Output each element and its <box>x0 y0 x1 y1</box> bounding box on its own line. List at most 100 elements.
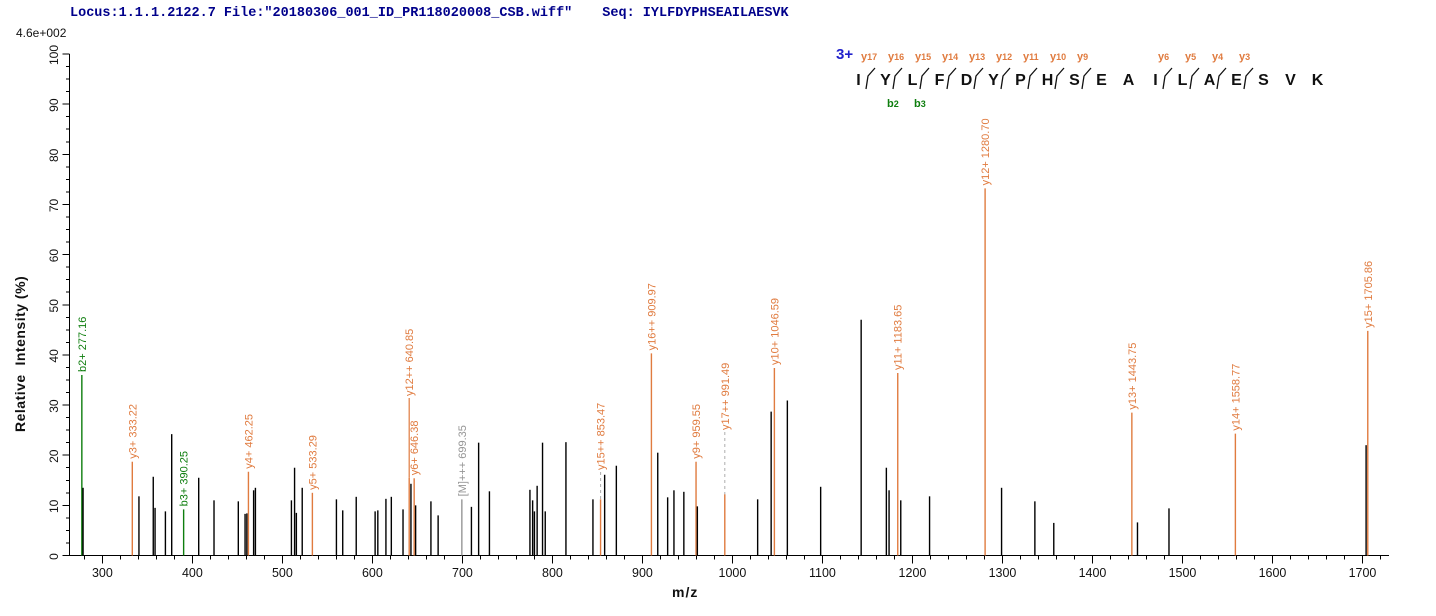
residue-E: y9 E <box>1077 51 1115 92</box>
peak-label: y14+ 1558.77 <box>1230 364 1242 431</box>
fragment-divider-icon <box>1189 67 1200 90</box>
y-tick-label: 0 <box>47 553 61 560</box>
x-tick-label: 1400 <box>1079 566 1107 580</box>
residue-K: K <box>1304 70 1331 92</box>
x-tick-label: 1100 <box>809 566 836 580</box>
amino-acid-letter: I <box>856 72 861 89</box>
amino-acid-letter: L <box>1177 72 1188 89</box>
amino-acid-letter: H <box>1041 72 1054 89</box>
residue-V: V <box>1277 70 1304 92</box>
peak-label: y12+ 1280.70 <box>980 118 992 185</box>
y-ion-tag: y15 <box>915 51 932 63</box>
y-ion-tag: y9 <box>1077 51 1089 63</box>
amino-acid-letter: L <box>907 72 918 89</box>
x-tick-label: 500 <box>272 566 293 580</box>
fragment-divider-icon <box>1081 67 1092 90</box>
y-tick-label: 40 <box>47 349 61 363</box>
amino-acid-letter: S <box>1069 72 1080 89</box>
peak-label: b3+ 390.25 <box>179 451 191 506</box>
x-tick-label: 600 <box>362 566 383 580</box>
y-ion-tag: y11 <box>1023 51 1039 63</box>
y-tick-label: 70 <box>47 198 61 212</box>
y-ion-tag: y10 <box>1050 51 1067 63</box>
fragment-divider-icon <box>1054 67 1065 90</box>
peak-label: y6+ 646.38 <box>409 421 421 476</box>
fragment-divider-icon <box>1216 67 1227 90</box>
y-tick-label: 100 <box>47 45 61 65</box>
x-axis-title: m/z <box>672 584 699 600</box>
x-tick-label: 900 <box>632 566 653 580</box>
x-tick-label: 400 <box>182 566 203 580</box>
y-ion-tag: y4 <box>1212 51 1224 63</box>
spectrum-plot: 0 10 20 30 40 50 60 70 80 90 100 300 400 500 600 700 800… <box>47 45 1389 580</box>
amino-acid-letter: E <box>1096 72 1107 89</box>
peak-label: y11+ 1183.65 <box>893 305 905 370</box>
peak-label: y4+ 462.25 <box>243 414 255 469</box>
peak-label: y15+ 1705.86 <box>1363 261 1375 328</box>
peak-label: y9+ 959.55 <box>691 404 703 459</box>
amino-acid-letter: Y <box>880 72 891 89</box>
amino-acid-letter: S <box>1258 72 1269 89</box>
x-tick-label: 1200 <box>899 566 927 580</box>
peak-label: y17++ 991.49 <box>720 363 732 430</box>
fragment-divider-icon <box>919 67 930 90</box>
x-tick-label: 1700 <box>1349 566 1377 580</box>
peak-label: y10+ 1046.59 <box>769 298 781 365</box>
y-tick-label: 30 <box>47 399 61 413</box>
y-tick-label: 60 <box>47 249 61 263</box>
x-tick-label: 1300 <box>989 566 1017 580</box>
spectrum-viewer-window: Locus:1.1.1.2122.7 File:"20180306_001_ID… <box>0 0 1436 616</box>
b-ion-tag: b3 <box>914 98 926 110</box>
y-ion-tag: y3 <box>1239 51 1251 63</box>
fragment-divider-icon <box>946 67 957 90</box>
y-tick-label: 20 <box>47 449 61 463</box>
peak-label: y12++ 640.85 <box>404 329 416 396</box>
fragment-divider-icon <box>973 67 984 90</box>
y-ion-tag: y5 <box>1185 51 1197 63</box>
fragment-divider-icon <box>1162 67 1173 90</box>
amino-acid-letter: D <box>960 72 973 89</box>
y-tick-label: 10 <box>47 499 61 513</box>
b-ion-tag: b2 <box>887 98 899 110</box>
y-ion-tag: y13 <box>969 51 986 63</box>
peak-label: y5+ 533.29 <box>307 435 319 490</box>
y-ion-tag: y6 <box>1158 51 1170 63</box>
x-tick-label: 1500 <box>1169 566 1197 580</box>
amino-acid-letter: F <box>934 72 945 89</box>
y-tick-label: 50 <box>47 299 61 313</box>
x-tick-label: 700 <box>452 566 473 580</box>
y-ion-tag: y17 <box>861 51 878 63</box>
fragment-divider-icon <box>892 67 903 90</box>
x-tick-label: 300 <box>92 566 113 580</box>
precursor-charge-label: 3+ <box>836 46 854 63</box>
peak-label: y13+ 1443.75 <box>1127 343 1139 410</box>
amino-acid-letter: E <box>1231 72 1242 89</box>
peak-label: y16++ 909.97 <box>646 283 658 350</box>
fragment-divider-icon <box>1027 67 1038 90</box>
x-tick-label: 800 <box>542 566 563 580</box>
residue-S: y3 S <box>1239 51 1277 92</box>
y-ion-tag: y16 <box>888 51 905 63</box>
y-ion-tag: y12 <box>996 51 1013 63</box>
y-tick-label: 90 <box>47 98 61 112</box>
amino-acid-letter: A <box>1122 72 1135 89</box>
peak-label: b2+ 277.16 <box>77 317 89 372</box>
x-tick-label: 1000 <box>719 566 747 580</box>
amino-acid-letter: Y <box>988 72 999 89</box>
amino-acid-letter: V <box>1285 72 1296 89</box>
residue-A: A <box>1115 70 1142 92</box>
peak-label: y3+ 333.22 <box>127 404 139 459</box>
peak-label: y15++ 853.47 <box>596 403 608 470</box>
amino-acid-letter: K <box>1311 72 1324 89</box>
amino-acid-letter: A <box>1203 72 1216 89</box>
fragment-divider-icon <box>1000 67 1011 90</box>
y-tick-label: 80 <box>47 148 61 162</box>
peptide-sequence-annotation: Iy17 Yy16 b2 Ly15 b3 Fy14 Dy13 Yy12 Py11 H… <box>845 51 1331 110</box>
fragment-divider-icon <box>1243 67 1254 90</box>
amino-acid-letter: P <box>1015 72 1026 89</box>
x-tick-label: 1600 <box>1259 566 1287 580</box>
amino-acid-letter: I <box>1153 72 1158 89</box>
peak-label: [M]+++ 699.35 <box>457 425 469 496</box>
y-ion-tag: y14 <box>942 51 959 63</box>
fragment-divider-icon <box>865 67 876 90</box>
